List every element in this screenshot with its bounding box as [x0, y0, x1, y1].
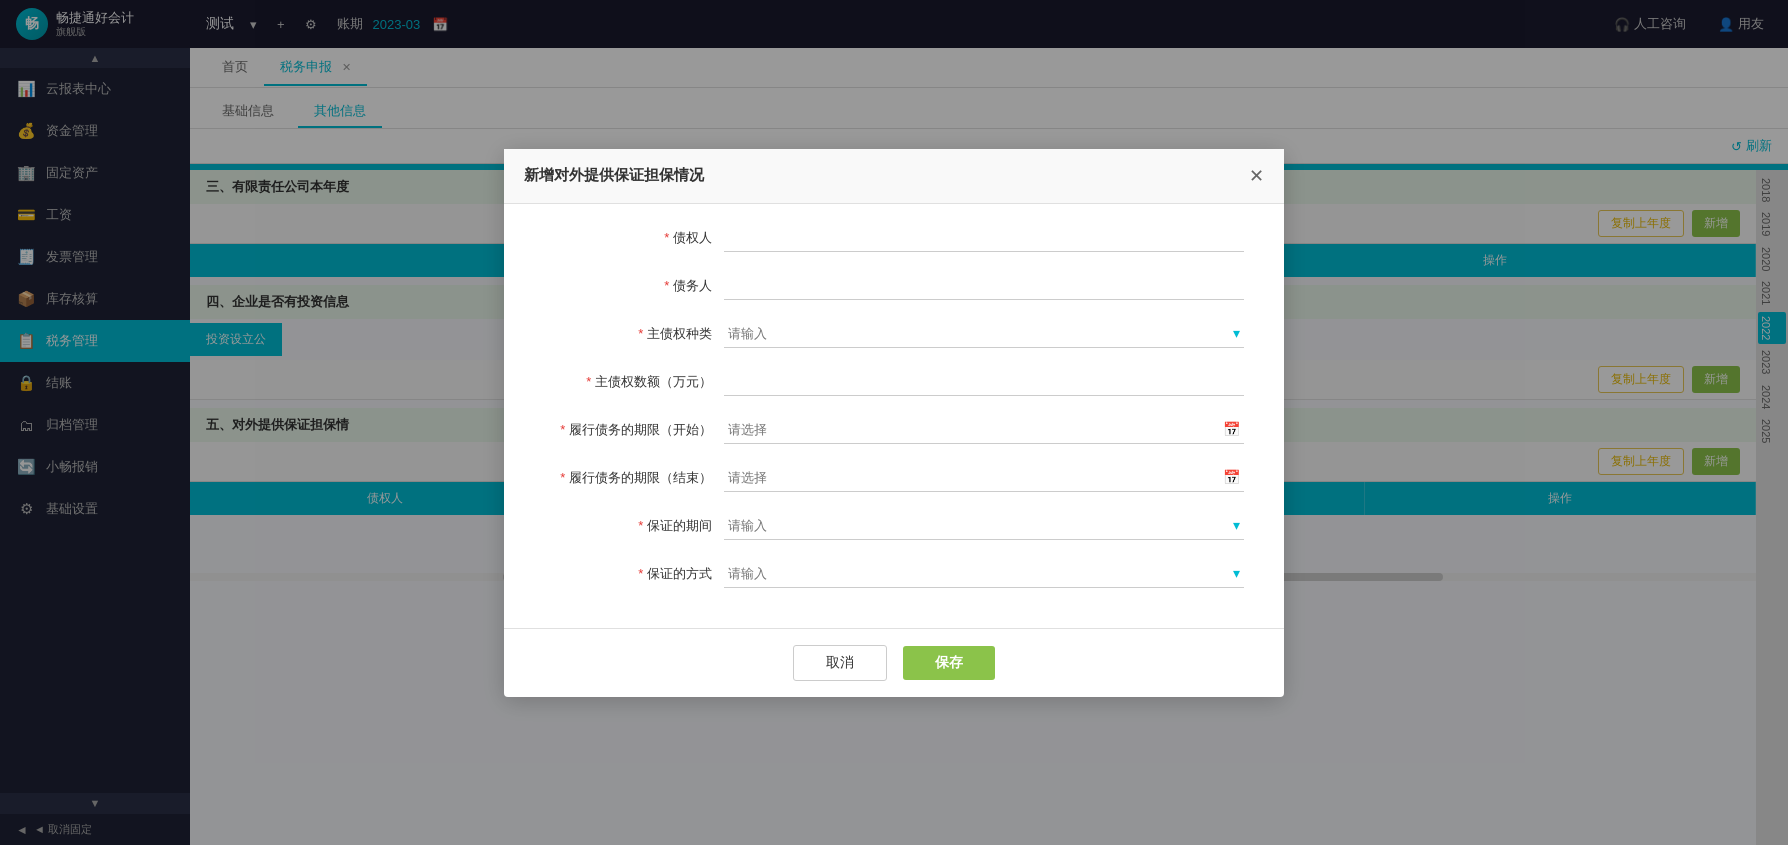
chevron-down-icon-3[interactable]: ▾: [1229, 565, 1244, 581]
modal-footer: 取消 保存: [504, 628, 1284, 697]
form-row-debtor: * 债务人: [544, 272, 1244, 300]
form-label-start-date: * 履行债务的期限（开始）: [544, 421, 724, 439]
debtor-input[interactable]: [724, 272, 1244, 300]
modal-dialog: 新增对外提供保证担保情况 ✕ * 债权人 * 债务人: [504, 149, 1284, 697]
form-row-claim-type: * 主债权种类 ▾: [544, 320, 1244, 348]
form-label-claim-amount: * 主债权数额（万元）: [544, 373, 724, 391]
start-date-wrap[interactable]: 📅: [724, 416, 1244, 444]
calendar-icon-2[interactable]: 📅: [1219, 469, 1244, 485]
modal-header: 新增对外提供保证担保情况 ✕: [504, 149, 1284, 204]
guarantee-period-select[interactable]: ▾: [724, 512, 1244, 540]
end-date-input[interactable]: [724, 464, 1219, 491]
form-label-guarantee-period: * 保证的期间: [544, 517, 724, 535]
modal-title: 新增对外提供保证担保情况: [524, 166, 704, 185]
form-label-debtor: * 债务人: [544, 277, 724, 295]
guarantee-method-input[interactable]: [724, 560, 1229, 587]
modal-body: * 债权人 * 债务人 * 主债权种类: [504, 204, 1284, 628]
creditor-input[interactable]: [724, 224, 1244, 252]
start-date-input[interactable]: [724, 416, 1219, 443]
guarantee-method-select[interactable]: ▾: [724, 560, 1244, 588]
form-row-claim-amount: * 主债权数额（万元）: [544, 368, 1244, 396]
cancel-button[interactable]: 取消: [793, 645, 887, 681]
form-label-claim-type: * 主债权种类: [544, 325, 724, 343]
claim-type-input[interactable]: [724, 320, 1229, 347]
form-label-end-date: * 履行债务的期限（结束）: [544, 469, 724, 487]
claim-type-select[interactable]: ▾: [724, 320, 1244, 348]
guarantee-period-input[interactable]: [724, 512, 1229, 539]
chevron-down-icon-2[interactable]: ▾: [1229, 517, 1244, 533]
modal-close-btn[interactable]: ✕: [1249, 165, 1264, 187]
modal-overlay[interactable]: 新增对外提供保证担保情况 ✕ * 债权人 * 债务人: [0, 0, 1788, 845]
save-button[interactable]: 保存: [903, 646, 995, 680]
chevron-down-icon[interactable]: ▾: [1229, 325, 1244, 341]
form-label-creditor: * 债权人: [544, 229, 724, 247]
form-row-guarantee-period: * 保证的期间 ▾: [544, 512, 1244, 540]
calendar-icon[interactable]: 📅: [1219, 421, 1244, 437]
end-date-wrap[interactable]: 📅: [724, 464, 1244, 492]
form-label-guarantee-method: * 保证的方式: [544, 565, 724, 583]
claim-amount-input[interactable]: [724, 368, 1244, 396]
form-row-creditor: * 债权人: [544, 224, 1244, 252]
form-row-end-date: * 履行债务的期限（结束） 📅: [544, 464, 1244, 492]
form-row-start-date: * 履行债务的期限（开始） 📅: [544, 416, 1244, 444]
form-row-guarantee-method: * 保证的方式 ▾: [544, 560, 1244, 588]
